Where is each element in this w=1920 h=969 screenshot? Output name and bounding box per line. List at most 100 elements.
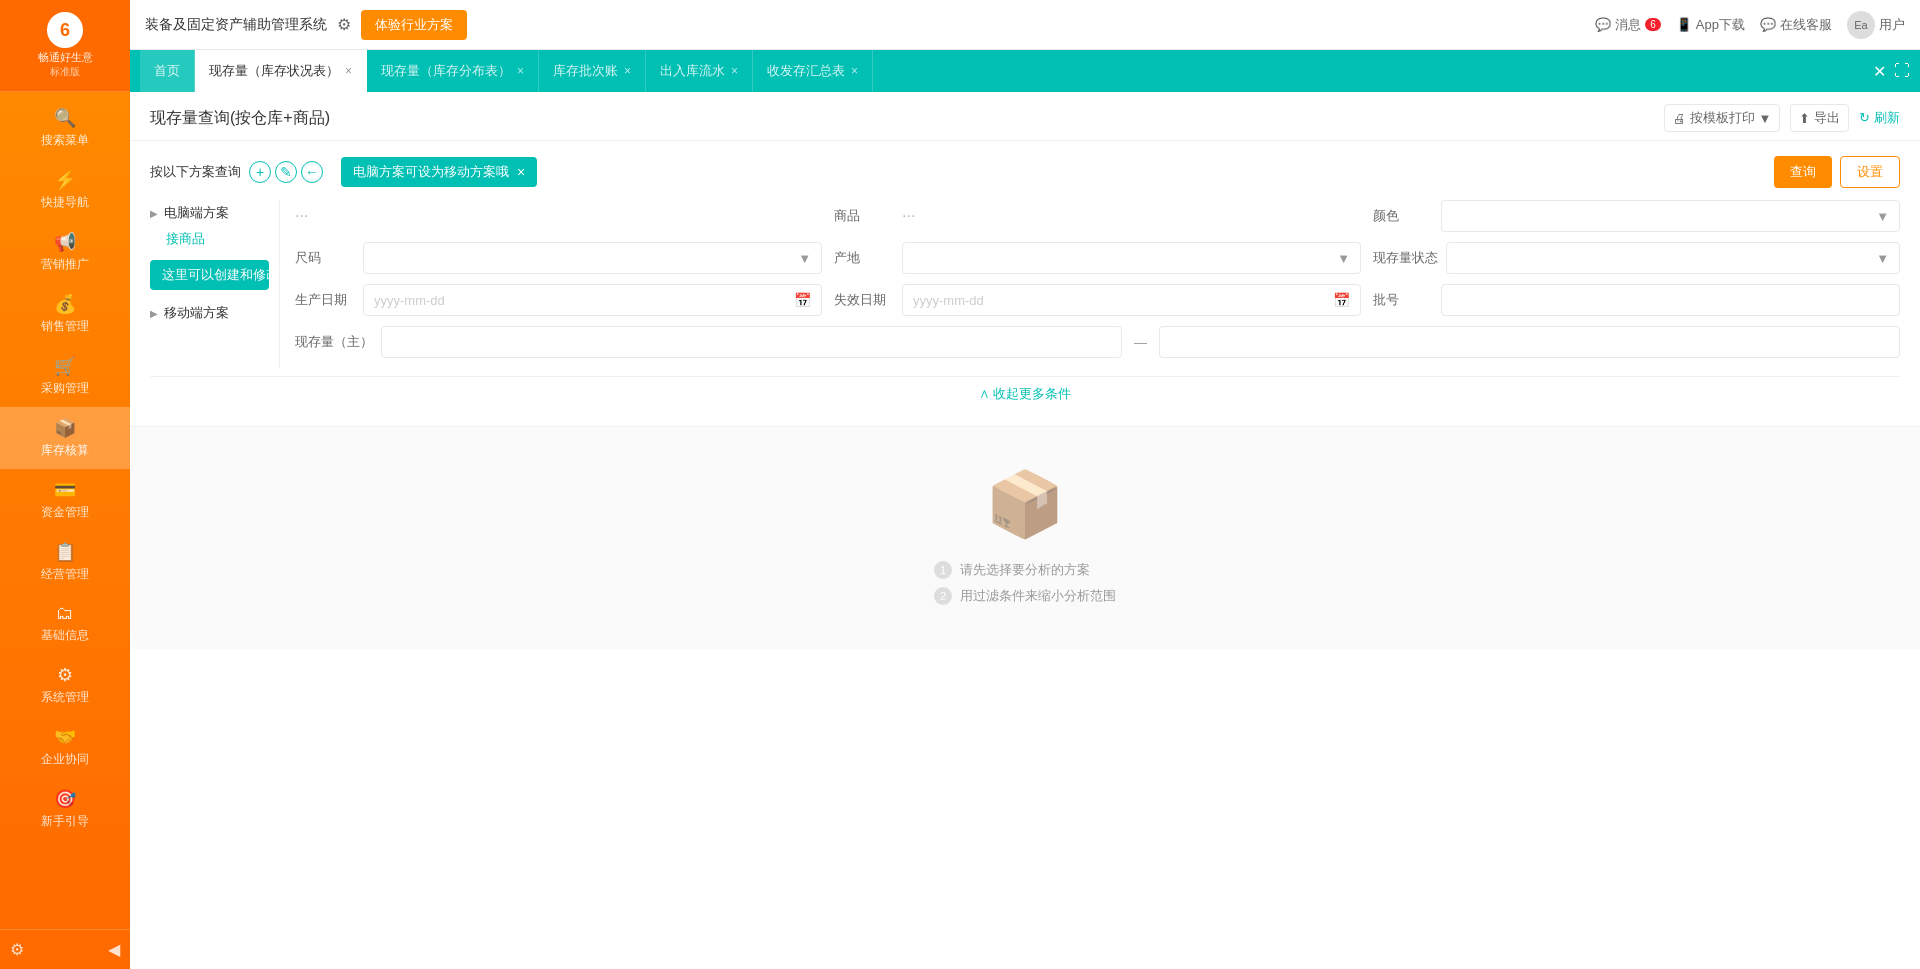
tab-inventory-dist-close[interactable]: × (517, 64, 524, 78)
sidebar-item-label-sales: 销售管理 (41, 318, 89, 335)
page-actions: 🖨 按模板打印 ▼ ⬆ 导出 ↻ 刷新 (1664, 104, 1901, 132)
sidebar-item-operations[interactable]: 📋 经营管理 (0, 531, 130, 593)
sidebar-item-label-enterprise: 企业协同 (41, 751, 89, 768)
purchase-icon: 🛒 (54, 355, 76, 377)
sidebar-item-label-system: 系统管理 (41, 689, 89, 706)
sidebar-item-finance[interactable]: 💳 资金管理 (0, 469, 130, 531)
expire-date-label: 失效日期 (834, 291, 894, 309)
refresh-btn[interactable]: ↻ 刷新 (1859, 109, 1900, 127)
inventory-qty-from[interactable] (381, 326, 1122, 358)
tooltip2-container: 这里可以创建和修改方案哦 × (150, 260, 269, 290)
user-label: 用户 (1879, 16, 1905, 34)
color-select[interactable]: ▼ (1441, 200, 1900, 232)
tab-recv-send-summary-close[interactable]: × (851, 64, 858, 78)
tab-inventory-dist-label: 现存量（库存分布表） (381, 62, 511, 80)
tab-batch-account[interactable]: 库存批次账 × (539, 50, 646, 92)
expire-date-input[interactable]: yyyy-mm-dd 📅 (902, 284, 1361, 316)
collapse-btn[interactable]: ∧ 收起更多条件 (150, 376, 1900, 411)
message-btn[interactable]: 💬 消息 6 (1595, 16, 1661, 34)
empty-state-icon: 📦 (985, 467, 1065, 542)
filter-action-btns: 查询 设置 (1774, 156, 1900, 188)
sidebar-item-search-menu[interactable]: 🔍 搜索菜单 (0, 97, 130, 159)
sidebar-item-label-finance: 资金管理 (41, 504, 89, 521)
inventory-qty-label: 现存量（主） (295, 333, 373, 351)
inventory-qty-to[interactable] (1159, 326, 1900, 358)
sidebar-item-system[interactable]: ⚙ 系统管理 (0, 654, 130, 716)
tooltip2-close[interactable]: × (326, 267, 334, 283)
sidebar-settings-btn[interactable]: ⚙ (10, 940, 24, 959)
inventory-qty-separator: — (1130, 335, 1151, 350)
tab-bar-right: ✕ ⛶ (1863, 62, 1910, 81)
batch-no-input[interactable] (1441, 284, 1900, 316)
topbar-gear-icon[interactable]: ⚙ (337, 15, 351, 34)
inventory-status-select[interactable]: ▼ (1446, 242, 1900, 274)
scheme-item-product-label: 接商品 (166, 230, 205, 248)
quick-nav-icon: ⚡ (54, 169, 76, 191)
sidebar-item-beginner[interactable]: 🎯 新手引导 (0, 778, 130, 840)
origin-select[interactable]: ▼ (902, 242, 1361, 274)
tab-inventory-status[interactable]: 现存量（库存状况表） × (195, 50, 367, 92)
sidebar-item-basic-info[interactable]: 🗂 基础信息 (0, 593, 130, 654)
empty-step-1: 1 请先选择要分析的方案 (934, 557, 1116, 583)
tab-home-label: 首页 (154, 62, 180, 80)
size-select[interactable]: ▼ (363, 242, 822, 274)
step-1-num: 1 (934, 561, 952, 579)
sidebar-item-enterprise[interactable]: 🤝 企业协同 (0, 716, 130, 778)
scheme-desktop[interactable]: ▶ 电脑端方案 (150, 200, 269, 226)
sidebar-item-label-purchase: 采购管理 (41, 380, 89, 397)
tooltip1-close[interactable]: × (517, 164, 525, 180)
sidebar-item-purchase[interactable]: 🛒 采购管理 (0, 345, 130, 407)
product-dots[interactable]: ··· (902, 207, 915, 225)
edit-scheme-btn[interactable]: ✎ (275, 161, 297, 183)
tooltip2-text: 这里可以创建和修改方案哦 (162, 266, 318, 284)
sidebar-item-label-marketing: 营销推广 (41, 256, 89, 273)
tab-batch-account-close[interactable]: × (624, 64, 631, 78)
sidebar-item-quick-nav[interactable]: ⚡ 快捷导航 (0, 159, 130, 221)
export-btn[interactable]: ⬆ 导出 (1790, 104, 1849, 132)
filter-fields-panel: ··· 商品 ··· 颜色 ▼ (280, 200, 1900, 368)
tab-in-out-flow[interactable]: 出入库流水 × (646, 50, 753, 92)
marketing-icon: 📢 (54, 231, 76, 253)
origin-label: 产地 (834, 249, 894, 267)
scheme-mobile[interactable]: ▶ 移动端方案 (150, 300, 269, 326)
tab-inventory-dist[interactable]: 现存量（库存分布表） × (367, 50, 539, 92)
search-btn[interactable]: 查询 (1774, 156, 1832, 188)
tab-batch-account-label: 库存批次账 (553, 62, 618, 80)
sidebar-item-marketing[interactable]: 📢 营销推广 (0, 221, 130, 283)
filter-field-size: 尺码 ▼ (295, 242, 822, 274)
beginner-icon: 🎯 (54, 788, 76, 810)
app-download-btn[interactable]: 📱 App下载 (1676, 16, 1745, 34)
tab-home[interactable]: 首页 (140, 50, 195, 92)
setting-btn[interactable]: 设置 (1840, 156, 1900, 188)
trial-btn[interactable]: 体验行业方案 (361, 10, 467, 40)
add-scheme-btn[interactable]: + (249, 161, 271, 183)
tab-recv-send-summary[interactable]: 收发存汇总表 × (753, 50, 873, 92)
produce-date-input[interactable]: yyyy-mm-dd 📅 (363, 284, 822, 316)
sidebar-logo: 6 畅通好生意 标准版 (0, 0, 130, 92)
sidebar-item-sales[interactable]: 💰 销售管理 (0, 283, 130, 345)
tab-close-all-icon[interactable]: ✕ (1873, 62, 1886, 81)
tab-bar: 首页 现存量（库存状况表） × 现存量（库存分布表） × 库存批次账 × 出入库… (130, 50, 1920, 92)
step-2-text: 用过滤条件来缩小分析范围 (960, 583, 1116, 609)
sidebar-item-inventory[interactable]: 📦 库存核算 (0, 407, 130, 469)
tab-inventory-status-close[interactable]: × (345, 64, 352, 78)
avatar: Ea (1847, 11, 1875, 39)
online-service-btn[interactable]: 💬 在线客服 (1760, 16, 1832, 34)
app-download-label: App下载 (1696, 16, 1745, 34)
tab-fullscreen-icon[interactable]: ⛶ (1894, 62, 1910, 80)
scheme-mobile-label: 移动端方案 (164, 304, 229, 322)
basic-info-icon: 🗂 (56, 603, 74, 624)
enterprise-icon: 🤝 (54, 726, 76, 748)
filter-header: 按以下方案查询 + ✎ ← 电脑方案可设为移动方案哦 × 查询 设置 (150, 156, 1900, 188)
print-btn[interactable]: 🖨 按模板打印 ▼ (1664, 104, 1781, 132)
back-scheme-btn[interactable]: ← (301, 161, 323, 183)
warehouse-dots[interactable]: ··· (295, 207, 308, 225)
finance-icon: 💳 (54, 479, 76, 501)
top-bar: 装备及固定资产辅助管理系统 ⚙ 体验行业方案 💬 消息 6 📱 App下载 💬 … (130, 0, 1920, 50)
scheme-item-product[interactable]: 接商品 (166, 226, 269, 252)
tab-in-out-flow-close[interactable]: × (731, 64, 738, 78)
sidebar-collapse-btn[interactable]: ◀ (108, 940, 120, 959)
scheme-mobile-arrow: ▶ (150, 308, 158, 319)
page-content: 现存量查询(按仓库+商品) 🖨 按模板打印 ▼ ⬆ 导出 ↻ 刷新 (130, 92, 1920, 969)
user-btn[interactable]: Ea 用户 (1847, 11, 1905, 39)
